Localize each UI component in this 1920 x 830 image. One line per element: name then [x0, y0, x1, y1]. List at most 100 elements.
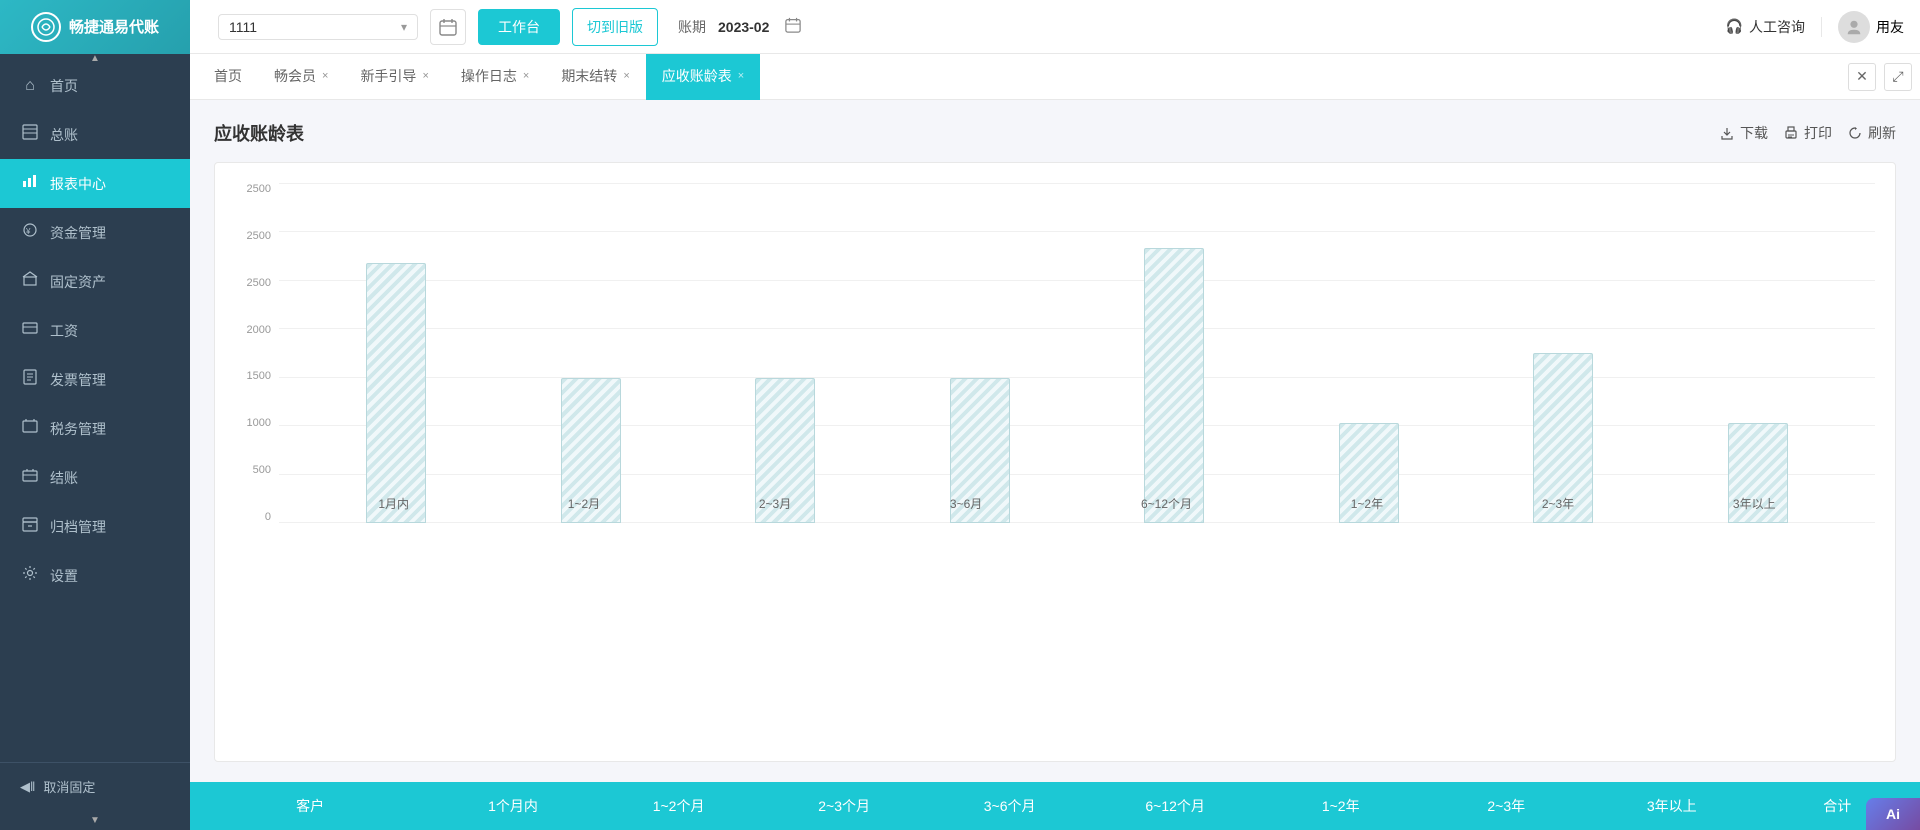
th-2-3m: 2~3个月: [761, 796, 927, 816]
y-label-0: 0: [235, 511, 275, 523]
company-selector[interactable]: 1111 ▾: [218, 14, 418, 40]
sidebar-item-ledger[interactable]: 总账: [0, 110, 190, 159]
x-label-1-2m: 1~2月: [568, 495, 600, 512]
funds-icon: ¥: [20, 222, 40, 243]
page-title: 应收账龄表: [214, 120, 304, 146]
tab-oplog-close[interactable]: ×: [523, 70, 529, 82]
avatar: [1838, 11, 1870, 43]
scroll-up-button[interactable]: ▲: [0, 54, 190, 62]
reports-icon: [20, 173, 40, 194]
checkout-icon: [20, 467, 40, 488]
consult-button[interactable]: 🎧 人工咨询: [1726, 17, 1805, 37]
chart-main: 1月内 1~2月 2~3月 3~6月 6~12个月 1~2年 2~3年 3年以上: [279, 183, 1875, 523]
tab-member-label: 畅会员: [274, 66, 316, 86]
sidebar: ▲ ⌂ 首页 总账 报表中心: [0, 54, 190, 830]
y-label-500: 500: [235, 464, 275, 476]
page-header: 应收账龄表 下载: [214, 120, 1896, 146]
salary-icon: [20, 320, 40, 341]
x-label-1-2y: 1~2年: [1351, 495, 1383, 512]
tab-guide[interactable]: 新手引导 ×: [344, 54, 444, 100]
sidebar-item-home[interactable]: ⌂ 首页: [0, 62, 190, 110]
period-calendar-icon[interactable]: [785, 17, 801, 36]
x-label-6-12m: 6~12个月: [1141, 495, 1192, 512]
print-label: 打印: [1804, 123, 1832, 143]
tab-yearend[interactable]: 期末结转 ×: [545, 54, 645, 100]
sidebar-label-invoice: 发票管理: [50, 370, 106, 390]
bars-container: [279, 183, 1875, 523]
pin-icon: ◀‖: [20, 779, 35, 795]
sidebar-label-assets: 固定资产: [50, 272, 106, 292]
sidebar-label-tax: 税务管理: [50, 419, 106, 439]
expand-tab-button[interactable]: ⤢: [1884, 63, 1912, 91]
tab-home[interactable]: 首页: [198, 54, 258, 100]
tab-aging-close[interactable]: ×: [738, 70, 744, 82]
page-content: 应收账龄表 下载: [190, 100, 1920, 782]
x-label-2-3m: 2~3月: [759, 495, 791, 512]
th-1-2y: 1~2年: [1258, 796, 1424, 816]
ai-badge[interactable]: Ai: [1866, 798, 1920, 830]
header-right: 🎧 人工咨询 用友: [1726, 11, 1904, 43]
tax-icon: [20, 418, 40, 439]
user-info[interactable]: 用友: [1838, 11, 1904, 43]
pin-label: 取消固定: [43, 777, 95, 796]
sidebar-item-salary[interactable]: 工资: [0, 306, 190, 355]
ledger-icon: [20, 124, 40, 145]
consult-label: 人工咨询: [1749, 17, 1805, 37]
switch-version-button[interactable]: 切到旧版: [572, 8, 658, 46]
tab-yearend-close[interactable]: ×: [623, 70, 629, 82]
tab-aging[interactable]: 应收账龄表 ×: [646, 54, 760, 100]
ai-label: Ai: [1886, 806, 1900, 822]
sidebar-item-tax[interactable]: 税务管理: [0, 404, 190, 453]
sidebar-item-archive[interactable]: 归档管理: [0, 502, 190, 551]
archive-icon: [20, 516, 40, 537]
sidebar-label-home: 首页: [50, 76, 78, 96]
sidebar-item-checkout[interactable]: 结账: [0, 453, 190, 502]
download-label: 下载: [1740, 123, 1768, 143]
x-label-3-6m: 3~6月: [950, 495, 982, 512]
th-1m: 1个月内: [430, 796, 596, 816]
tab-oplog[interactable]: 操作日志 ×: [445, 54, 545, 100]
sidebar-item-invoice[interactable]: 发票管理: [0, 355, 190, 404]
print-button[interactable]: 打印: [1784, 123, 1832, 143]
calendar-button[interactable]: [430, 9, 466, 45]
sidebar-pin-toggle[interactable]: ◀‖ 取消固定: [0, 762, 190, 810]
sidebar-item-assets[interactable]: 固定资产: [0, 257, 190, 306]
y-label-1000: 1000: [235, 417, 275, 429]
bar-group-6-12m: [1144, 248, 1204, 523]
tab-guide-close[interactable]: ×: [422, 70, 428, 82]
x-axis: 1月内 1~2月 2~3月 3~6月 6~12个月 1~2年 2~3年 3年以上: [279, 483, 1875, 523]
th-1-2m: 1~2个月: [596, 796, 762, 816]
user-name: 用友: [1876, 17, 1904, 37]
sidebar-label-ledger: 总账: [50, 125, 78, 145]
svg-text:¥: ¥: [25, 227, 31, 236]
tabs-actions: ✕ ⤢: [1848, 63, 1912, 91]
y-axis: 0 500 1000 1500 2000 2500 2500 2500: [235, 183, 275, 523]
tab-yearend-label: 期末结转: [561, 66, 617, 86]
y-label-1500: 1500: [235, 370, 275, 382]
sidebar-label-checkout: 结账: [50, 468, 78, 488]
bar-6-12m: [1144, 248, 1204, 523]
close-tab-button[interactable]: ✕: [1848, 63, 1876, 91]
refresh-label: 刷新: [1868, 123, 1896, 143]
workbench-button[interactable]: 工作台: [478, 9, 560, 45]
home-icon: ⌂: [20, 77, 40, 95]
logo: 畅捷通易代账: [0, 0, 190, 54]
x-label-1m: 1月内: [378, 495, 409, 512]
scroll-down-button[interactable]: ▼: [0, 810, 190, 830]
page-actions: 下载 打印: [1720, 123, 1896, 143]
tab-member-close[interactable]: ×: [322, 70, 328, 82]
invoice-icon: [20, 369, 40, 390]
tab-member[interactable]: 畅会员 ×: [258, 54, 344, 100]
download-button[interactable]: 下载: [1720, 123, 1768, 143]
tab-home-label: 首页: [214, 66, 242, 86]
y-label-2500a: 2500: [235, 277, 275, 289]
th-6-12m: 6~12个月: [1092, 796, 1258, 816]
refresh-button[interactable]: 刷新: [1848, 123, 1896, 143]
sidebar-item-funds[interactable]: ¥ 资金管理: [0, 208, 190, 257]
sidebar-label-settings: 设置: [50, 566, 78, 586]
sidebar-item-reports[interactable]: 报表中心: [0, 159, 190, 208]
sidebar-item-settings[interactable]: 设置: [0, 551, 190, 600]
th-3y-plus: 3年以上: [1589, 796, 1755, 816]
sidebar-label-funds: 资金管理: [50, 223, 106, 243]
table-header: 客户 1个月内 1~2个月 2~3个月 3~6个月 6~12个月 1~2年 2~…: [190, 782, 1920, 830]
